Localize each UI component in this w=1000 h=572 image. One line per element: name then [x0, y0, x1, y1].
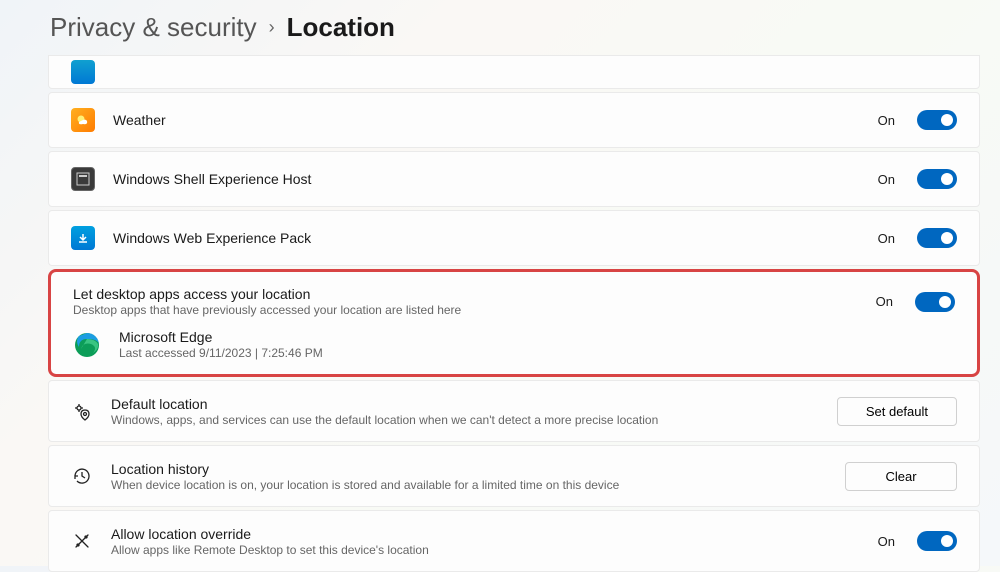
web-icon: [71, 226, 95, 250]
app-icon: [71, 60, 95, 84]
app-name: Windows Shell Experience Host: [113, 171, 860, 187]
toggle-web[interactable]: [917, 228, 957, 248]
history-icon: [71, 465, 93, 487]
toggle-state: On: [878, 172, 895, 187]
set-default-button[interactable]: Set default: [837, 397, 957, 426]
settings-panel: Weather On Windows Shell Experience Host…: [48, 55, 980, 572]
weather-icon: [71, 108, 95, 132]
app-row-web[interactable]: Windows Web Experience Pack On: [48, 210, 980, 266]
toggle-state: On: [878, 231, 895, 246]
desktop-apps-header[interactable]: Let desktop apps access your location De…: [73, 286, 955, 317]
app-row-partial[interactable]: [48, 55, 980, 89]
desktop-app-row: Microsoft Edge Last accessed 9/11/2023 |…: [73, 329, 955, 360]
edge-icon: [73, 331, 101, 359]
location-pin-icon: [71, 400, 93, 422]
toggle-override[interactable]: [917, 531, 957, 551]
app-row-weather[interactable]: Weather On: [48, 92, 980, 148]
app-name: Weather: [113, 112, 860, 128]
app-row-shell[interactable]: Windows Shell Experience Host On: [48, 151, 980, 207]
chevron-right-icon: ›: [269, 17, 275, 38]
clear-button[interactable]: Clear: [845, 462, 957, 491]
toggle-weather[interactable]: [917, 110, 957, 130]
breadcrumb: Privacy & security › Location: [20, 10, 980, 43]
setting-default-location[interactable]: Default location Windows, apps, and serv…: [48, 380, 980, 442]
override-icon: [71, 530, 93, 552]
desktop-apps-title: Let desktop apps access your location: [73, 286, 858, 302]
setting-subtitle: When device location is on, your locatio…: [111, 478, 827, 492]
desktop-app-detail: Last accessed 9/11/2023 | 7:25:46 PM: [119, 346, 955, 360]
setting-subtitle: Windows, apps, and services can use the …: [111, 413, 819, 427]
desktop-apps-section: Let desktop apps access your location De…: [48, 269, 980, 377]
shell-icon: [71, 167, 95, 191]
desktop-app-name: Microsoft Edge: [119, 329, 955, 345]
app-name: Windows Web Experience Pack: [113, 230, 860, 246]
desktop-apps-subtitle: Desktop apps that have previously access…: [73, 303, 858, 317]
setting-title: Location history: [111, 461, 827, 477]
setting-subtitle: Allow apps like Remote Desktop to set th…: [111, 543, 860, 557]
toggle-state: On: [878, 534, 895, 549]
toggle-state: On: [878, 113, 895, 128]
breadcrumb-parent[interactable]: Privacy & security: [50, 12, 257, 43]
setting-location-history[interactable]: Location history When device location is…: [48, 445, 980, 507]
setting-title: Allow location override: [111, 526, 860, 542]
setting-location-override[interactable]: Allow location override Allow apps like …: [48, 510, 980, 572]
toggle-state: On: [876, 294, 893, 309]
toggle-shell[interactable]: [917, 169, 957, 189]
setting-title: Default location: [111, 396, 819, 412]
breadcrumb-current: Location: [287, 12, 395, 43]
toggle-desktop-apps[interactable]: [915, 292, 955, 312]
